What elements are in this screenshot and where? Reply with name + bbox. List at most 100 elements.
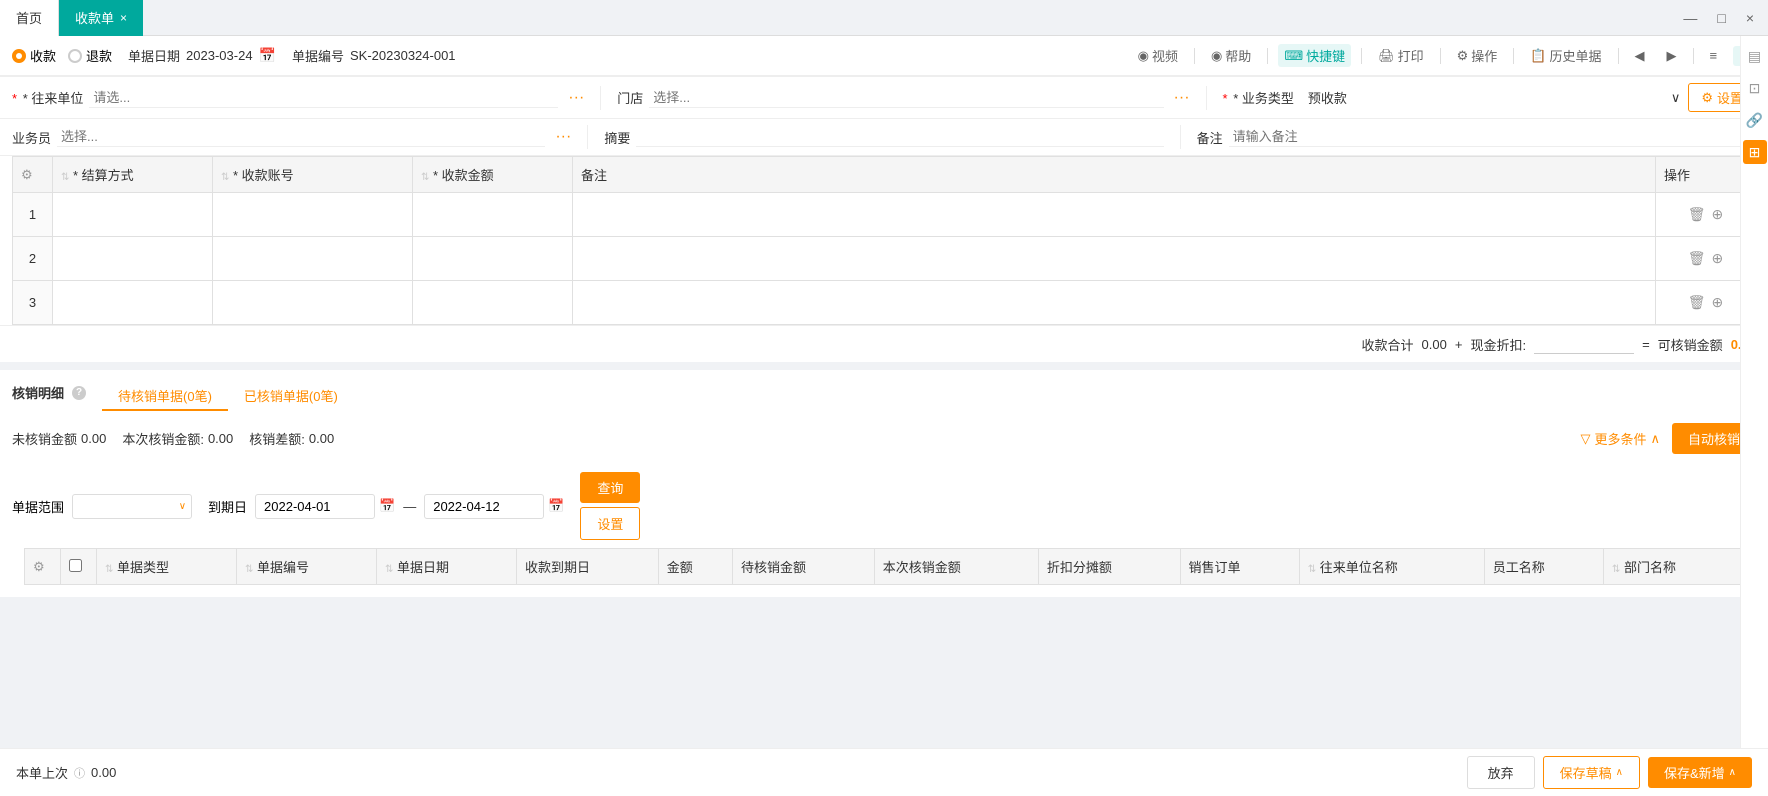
nav-prev-btn[interactable]: ◀ bbox=[1629, 46, 1651, 66]
history-icon: 📋 bbox=[1530, 48, 1546, 64]
cell-account-2[interactable] bbox=[213, 237, 413, 281]
salesperson-more-icon[interactable]: ··· bbox=[555, 128, 571, 146]
cell-note-1[interactable] bbox=[573, 193, 1656, 237]
radio-shoukuan[interactable]: 收款 bbox=[12, 46, 56, 65]
action-btn[interactable]: ⚙ 操作 bbox=[1451, 44, 1504, 67]
bottom-table: ⚙ ⇅ 单据类型 ⇅ 单据编号 bbox=[24, 548, 1744, 585]
minimize-btn[interactable]: — bbox=[1677, 8, 1703, 28]
delete-icon-1[interactable]: 🗑 bbox=[1688, 206, 1706, 223]
summary-input[interactable] bbox=[636, 127, 1163, 147]
select-all-checkbox[interactable] bbox=[69, 559, 82, 572]
form-row-2: 业务员 ··· 摘要 备注 bbox=[0, 119, 1768, 156]
cell-amount-2[interactable] bbox=[413, 237, 573, 281]
copy-icon-2[interactable]: ⊕ bbox=[1712, 250, 1724, 267]
nav-next-btn[interactable]: ▶ bbox=[1661, 46, 1683, 66]
verification-settings-btn[interactable]: 设置 bbox=[580, 507, 640, 540]
store-more-icon[interactable]: ··· bbox=[1174, 89, 1190, 107]
bottom-header-row: ⚙ ⇅ 单据类型 ⇅ 单据编号 bbox=[25, 549, 1744, 585]
save-arrow-icon: ∧ bbox=[1729, 767, 1736, 778]
save-btn[interactable]: 保存&新增 ∧ bbox=[1648, 757, 1752, 788]
bth-settings: ⚙ bbox=[25, 549, 61, 585]
sidebar-icon-2[interactable]: ⊡ bbox=[1743, 76, 1767, 100]
main-table-container: ⚙ ⇅ * 结算方式 ⇅ * 收款账号 ⇅ * 收款金额 bbox=[0, 156, 1768, 325]
footer: 本单上次 ⓘ 0.00 放弃 保存草稿 ∧ 保存&新增 ∧ bbox=[0, 748, 1768, 796]
table-row: 3 🗑 ⊕ bbox=[13, 281, 1756, 325]
tab-shoukuan[interactable]: 收款单 × bbox=[59, 0, 143, 36]
tab-close-icon[interactable]: × bbox=[120, 11, 127, 25]
bottom-gear-icon[interactable]: ⚙ bbox=[33, 559, 45, 574]
calendar-icon[interactable]: 📅 bbox=[259, 47, 276, 64]
store-input[interactable] bbox=[649, 88, 1163, 108]
radio-tuikuan[interactable]: 退款 bbox=[68, 46, 112, 65]
sidebar-icon-3[interactable]: 🔗 bbox=[1743, 108, 1767, 132]
unverified-item: 未核销金额 0.00 bbox=[12, 429, 106, 448]
bth-pending: 待核销金额 bbox=[733, 549, 875, 585]
cell-settlement-3[interactable] bbox=[53, 281, 213, 325]
footer-info-icon[interactable]: ⓘ bbox=[74, 765, 85, 781]
total-value: 0.00 bbox=[1422, 337, 1447, 352]
date-from-input[interactable] bbox=[255, 494, 375, 519]
copy-icon-1[interactable]: ⊕ bbox=[1712, 206, 1724, 223]
range-select[interactable] bbox=[72, 494, 192, 519]
action-label: 操作 bbox=[1471, 46, 1497, 65]
close-btn[interactable]: × bbox=[1740, 8, 1760, 28]
sort-icon-account: ⇅ bbox=[221, 172, 229, 183]
sort-dept: ⇅ bbox=[1612, 564, 1620, 575]
discount-input[interactable] bbox=[1534, 334, 1634, 354]
cell-settlement-2[interactable] bbox=[53, 237, 213, 281]
copy-icon-3[interactable]: ⊕ bbox=[1712, 294, 1724, 311]
help-btn[interactable]: ◉ 帮助 bbox=[1205, 44, 1257, 67]
date-from-cal-icon[interactable]: 📅 bbox=[379, 498, 395, 514]
diff-label: 核销差额: bbox=[249, 429, 305, 448]
list-view-btn[interactable]: ≡ bbox=[1704, 46, 1724, 65]
tab-home[interactable]: 首页 bbox=[0, 0, 59, 36]
verification-help-icon[interactable]: ? bbox=[72, 386, 86, 400]
delete-icon-3[interactable]: 🗑 bbox=[1688, 294, 1706, 311]
tab-pending[interactable]: 待核销单据(0笔) bbox=[102, 382, 228, 411]
current-label: 本次核销金额: bbox=[122, 429, 204, 448]
cell-account-1[interactable] bbox=[213, 193, 413, 237]
cell-account-3[interactable] bbox=[213, 281, 413, 325]
biztype-value: 预收款 bbox=[1308, 88, 1661, 107]
discard-btn[interactable]: 放弃 bbox=[1467, 756, 1535, 789]
counterpart-input[interactable] bbox=[89, 88, 558, 108]
note-input[interactable] bbox=[1229, 127, 1756, 147]
store-group: 门店 ··· bbox=[617, 88, 1189, 108]
cell-amount-3[interactable] bbox=[413, 281, 573, 325]
form-row-1: * * 往来单位 ··· 门店 ··· * * 业务类型 预收款 ∨ ⚙ 设置 bbox=[0, 76, 1768, 119]
delete-icon-2[interactable]: 🗑 bbox=[1688, 250, 1706, 267]
shortcut-btn[interactable]: ⌨ 快捷键 bbox=[1278, 44, 1351, 67]
verification-tabs: 待核销单据(0笔) 已核销单据(0笔) bbox=[102, 382, 354, 411]
current-item: 本次核销金额: 0.00 bbox=[122, 429, 233, 448]
settings-gear-icon: ⚙ bbox=[1701, 90, 1713, 106]
sidebar-icon-1[interactable]: ▤ bbox=[1743, 44, 1767, 68]
print-btn[interactable]: 🖨 打印 bbox=[1372, 44, 1430, 67]
table-gear-icon[interactable]: ⚙ bbox=[21, 167, 33, 182]
tab-done[interactable]: 已核销单据(0笔) bbox=[228, 382, 354, 411]
cell-settlement-1[interactable] bbox=[53, 193, 213, 237]
date-to-input[interactable] bbox=[424, 494, 544, 519]
salesperson-input[interactable] bbox=[57, 127, 545, 147]
footer-buttons: 放弃 保存草稿 ∧ 保存&新增 ∧ bbox=[1467, 756, 1752, 789]
cell-note-2[interactable] bbox=[573, 237, 1656, 281]
draft-arrow-icon: ∧ bbox=[1616, 767, 1623, 778]
sidebar-icon-4-active[interactable]: ⊞ bbox=[1743, 140, 1767, 164]
draft-btn[interactable]: 保存草稿 ∧ bbox=[1543, 756, 1640, 789]
more-conditions-btn[interactable]: ▽ 更多条件 ∧ bbox=[1580, 429, 1660, 448]
query-btn[interactable]: 查询 bbox=[580, 472, 640, 503]
biztype-dropdown-icon[interactable]: ∨ bbox=[1671, 90, 1681, 106]
cell-amount-1[interactable] bbox=[413, 193, 573, 237]
history-btn[interactable]: 📋 历史单据 bbox=[1524, 44, 1607, 67]
history-label: 历史单据 bbox=[1549, 46, 1601, 65]
video-btn[interactable]: ◉ 视频 bbox=[1132, 44, 1184, 67]
sep-1 bbox=[600, 86, 601, 110]
sort-number: ⇅ bbox=[245, 564, 253, 575]
bth-dept: ⇅ 部门名称 bbox=[1603, 549, 1743, 585]
verification-title: 核销明细 ? bbox=[12, 383, 86, 402]
maximize-btn[interactable]: □ bbox=[1711, 8, 1731, 28]
summary-group: 摘要 bbox=[604, 127, 1163, 147]
counterpart-more-icon[interactable]: ··· bbox=[568, 89, 584, 107]
cell-note-3[interactable] bbox=[573, 281, 1656, 325]
date-to-cal-icon[interactable]: 📅 bbox=[548, 498, 564, 514]
tab-home-label: 首页 bbox=[16, 8, 42, 27]
